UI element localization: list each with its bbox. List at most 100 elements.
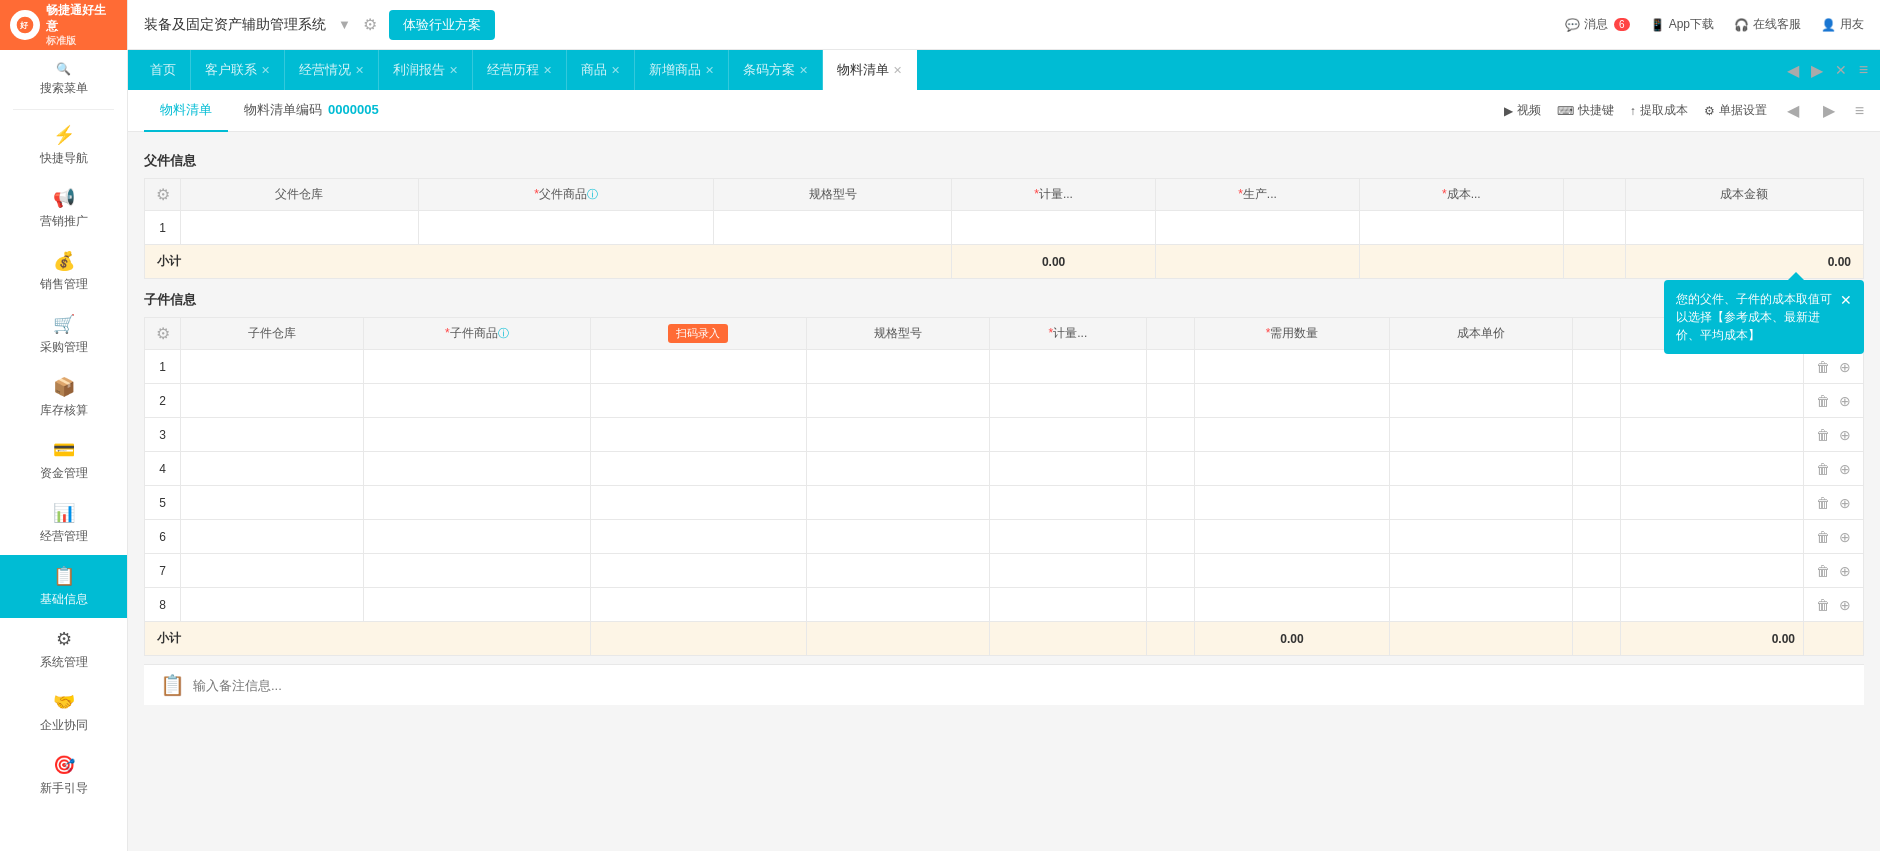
- delete-icon-4[interactable]: 🗑: [1816, 461, 1830, 477]
- video-button[interactable]: ▶ 视频: [1504, 102, 1541, 119]
- child-warehouse-4[interactable]: [181, 452, 364, 486]
- child-unit-3[interactable]: [990, 418, 1147, 452]
- child-unit-5[interactable]: [990, 486, 1147, 520]
- child-warehouse-3[interactable]: [181, 418, 364, 452]
- tab-bom-close[interactable]: ✕: [893, 64, 902, 77]
- sidebar-item-quicknav[interactable]: ⚡ 快捷导航: [0, 114, 127, 177]
- app-download-button[interactable]: 📱 App下载: [1650, 16, 1714, 33]
- child-quantity-3[interactable]: [1194, 418, 1390, 452]
- sidebar-item-purchase[interactable]: 🛒 采购管理: [0, 303, 127, 366]
- sub-tab-bom-code[interactable]: 物料清单编码 0000005: [228, 90, 395, 132]
- sidebar-item-operations[interactable]: 📊 经营管理: [0, 492, 127, 555]
- child-quantity-1[interactable]: [1194, 350, 1390, 384]
- child-goods-7[interactable]: [363, 554, 590, 588]
- tab-barcode[interactable]: 条码方案 ✕: [729, 50, 823, 90]
- copy-icon-8[interactable]: ⊕: [1839, 597, 1851, 613]
- view-toggle[interactable]: ≡: [1855, 102, 1864, 120]
- child-warehouse-8[interactable]: [181, 588, 364, 622]
- child-spec-6[interactable]: [807, 520, 990, 554]
- child-quantity-8[interactable]: [1194, 588, 1390, 622]
- child-warehouse-2[interactable]: [181, 384, 364, 418]
- sidebar-item-inventory[interactable]: 📦 库存核算: [0, 366, 127, 429]
- settings-icon[interactable]: ⚙: [363, 15, 377, 34]
- child-spec-5[interactable]: [807, 486, 990, 520]
- child-unitcost-4[interactable]: [1390, 452, 1573, 486]
- child-quantity-5[interactable]: [1194, 486, 1390, 520]
- child-goods-5[interactable]: [363, 486, 590, 520]
- child-unitcost-2[interactable]: [1390, 384, 1573, 418]
- child-spec-8[interactable]: [807, 588, 990, 622]
- tab-close-all[interactable]: ✕: [1831, 62, 1851, 78]
- parent-cell-produce-1[interactable]: [1156, 211, 1360, 245]
- child-spec-3[interactable]: [807, 418, 990, 452]
- tab-history[interactable]: 经营历程 ✕: [473, 50, 567, 90]
- parent-cell-cost-1[interactable]: [1359, 211, 1563, 245]
- parent-cell-unit-1[interactable]: [952, 211, 1156, 245]
- copy-icon-6[interactable]: ⊕: [1839, 529, 1851, 545]
- child-gear-icon[interactable]: ⚙: [156, 325, 170, 342]
- copy-icon-1[interactable]: ⊕: [1839, 359, 1851, 375]
- child-spec-1[interactable]: [807, 350, 990, 384]
- child-warehouse-6[interactable]: [181, 520, 364, 554]
- child-goods-2[interactable]: [363, 384, 590, 418]
- child-quantity-7[interactable]: [1194, 554, 1390, 588]
- copy-icon-2[interactable]: ⊕: [1839, 393, 1851, 409]
- tab-new-goods[interactable]: 新增商品 ✕: [635, 50, 729, 90]
- tab-goods-close[interactable]: ✕: [611, 64, 620, 77]
- doc-settings-button[interactable]: ⚙ 单据设置: [1704, 102, 1767, 119]
- shortcut-button[interactable]: ⌨ 快捷键: [1557, 102, 1614, 119]
- delete-icon-8[interactable]: 🗑: [1816, 597, 1830, 613]
- delete-icon-1[interactable]: 🗑: [1816, 359, 1830, 375]
- child-warehouse-7[interactable]: [181, 554, 364, 588]
- child-goods-6[interactable]: [363, 520, 590, 554]
- tab-operations-close[interactable]: ✕: [355, 64, 364, 77]
- dropdown-arrow[interactable]: ▼: [338, 17, 351, 32]
- child-unitcost-7[interactable]: [1390, 554, 1573, 588]
- search-menu-item[interactable]: 🔍 搜索菜单: [0, 50, 127, 105]
- child-unit-2[interactable]: [990, 384, 1147, 418]
- tab-menu[interactable]: ≡: [1855, 61, 1872, 79]
- child-unitcost-1[interactable]: [1390, 350, 1573, 384]
- child-unitcost-8[interactable]: [1390, 588, 1573, 622]
- sidebar-item-system[interactable]: ⚙ 系统管理: [0, 618, 127, 681]
- sidebar-item-guide[interactable]: 🎯 新手引导: [0, 744, 127, 807]
- child-warehouse-5[interactable]: [181, 486, 364, 520]
- copy-icon-4[interactable]: ⊕: [1839, 461, 1851, 477]
- message-button[interactable]: 💬 消息 6: [1565, 16, 1630, 33]
- tab-scroll-right[interactable]: ▶: [1807, 61, 1827, 80]
- child-goods-3[interactable]: [363, 418, 590, 452]
- sidebar-item-cooperation[interactable]: 🤝 企业协同: [0, 681, 127, 744]
- tab-history-close[interactable]: ✕: [543, 64, 552, 77]
- child-unit-1[interactable]: [990, 350, 1147, 384]
- tab-goods[interactable]: 商品 ✕: [567, 50, 635, 90]
- parent-cell-warehouse-1[interactable]: [181, 211, 419, 245]
- parent-gear-icon[interactable]: ⚙: [156, 186, 170, 203]
- tab-profit[interactable]: 利润报告 ✕: [379, 50, 473, 90]
- child-quantity-2[interactable]: [1194, 384, 1390, 418]
- online-service-button[interactable]: 🎧 在线客服: [1734, 16, 1801, 33]
- tab-new-goods-close[interactable]: ✕: [705, 64, 714, 77]
- parent-cell-spec-1[interactable]: [714, 211, 952, 245]
- delete-icon-2[interactable]: 🗑: [1816, 393, 1830, 409]
- sub-tab-bom-list[interactable]: 物料清单: [144, 90, 228, 132]
- child-warehouse-1[interactable]: [181, 350, 364, 384]
- child-unitcost-3[interactable]: [1390, 418, 1573, 452]
- tab-customer[interactable]: 客户联系 ✕: [191, 50, 285, 90]
- child-unit-8[interactable]: [990, 588, 1147, 622]
- scan-input-button[interactable]: 扫码录入: [668, 324, 728, 343]
- tooltip-close-button[interactable]: ✕: [1840, 290, 1852, 311]
- copy-icon-7[interactable]: ⊕: [1839, 563, 1851, 579]
- tab-scroll-left[interactable]: ◀: [1783, 61, 1803, 80]
- tab-profit-close[interactable]: ✕: [449, 64, 458, 77]
- child-unitcost-6[interactable]: [1390, 520, 1573, 554]
- child-spec-2[interactable]: [807, 384, 990, 418]
- parent-cell-goods-1[interactable]: [418, 211, 713, 245]
- child-quantity-6[interactable]: [1194, 520, 1390, 554]
- copy-icon-3[interactable]: ⊕: [1839, 427, 1851, 443]
- child-unit-7[interactable]: [990, 554, 1147, 588]
- sidebar-item-finance[interactable]: 💳 资金管理: [0, 429, 127, 492]
- child-unit-6[interactable]: [990, 520, 1147, 554]
- tab-bom[interactable]: 物料清单 ✕: [823, 50, 917, 90]
- tab-barcode-close[interactable]: ✕: [799, 64, 808, 77]
- note-input[interactable]: [193, 678, 1848, 693]
